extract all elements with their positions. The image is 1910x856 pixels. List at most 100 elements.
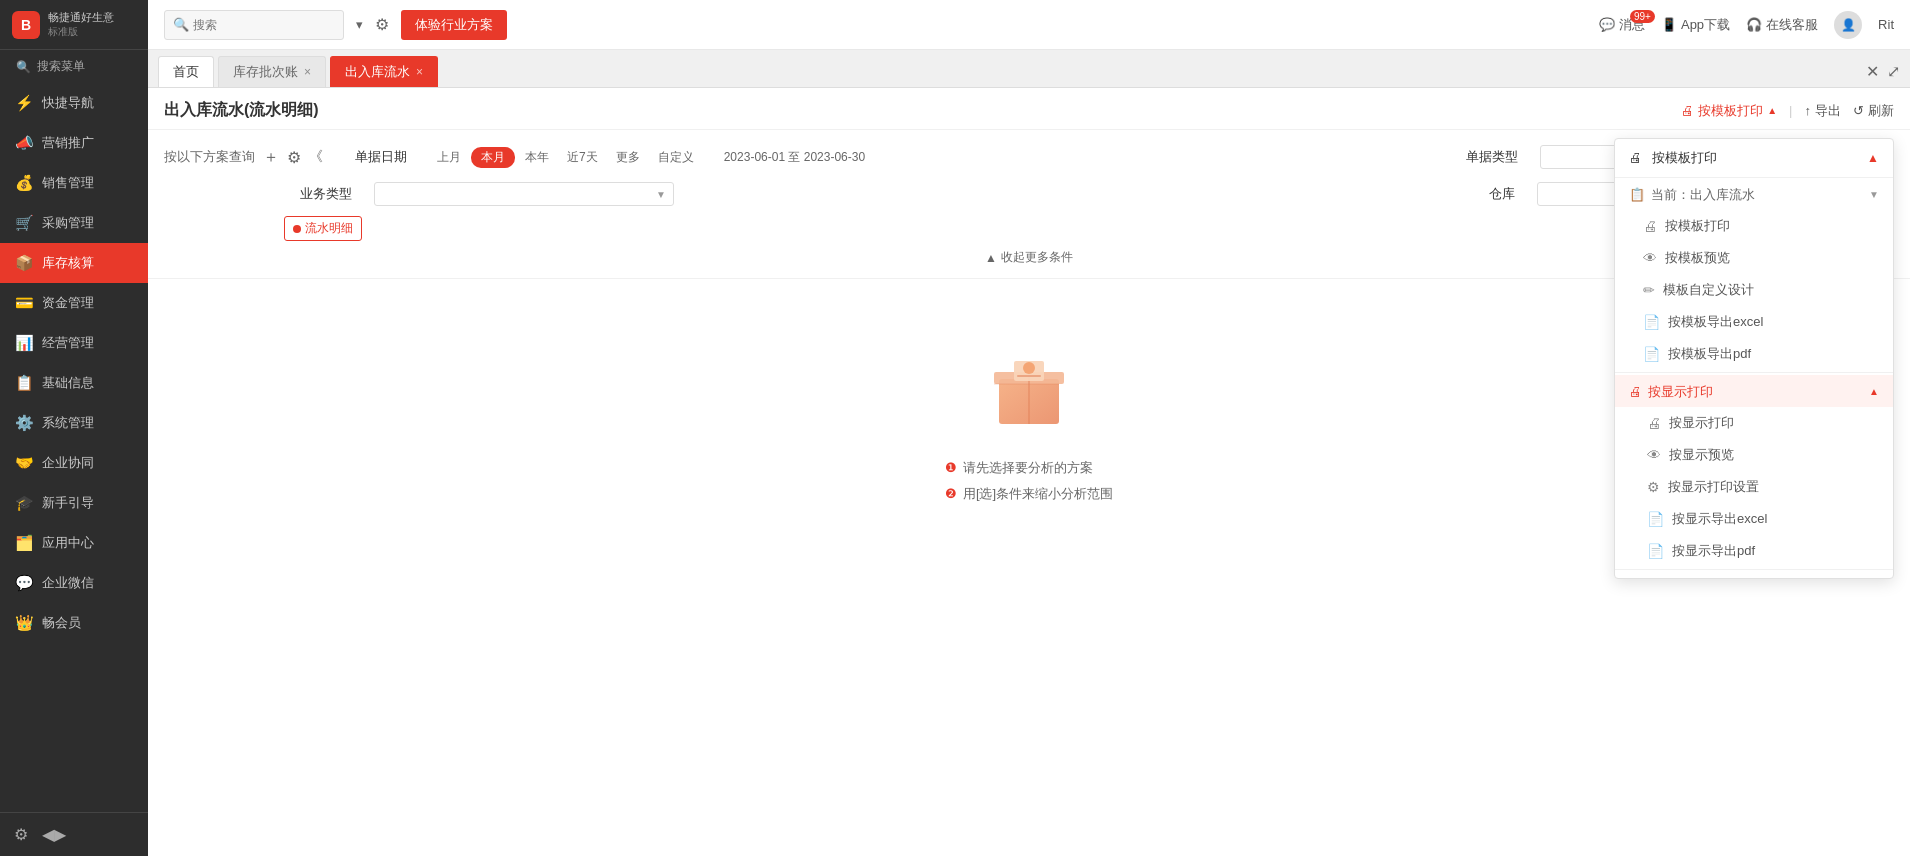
header-username[interactable]: Rit: [1878, 17, 1894, 32]
dropdown-item-display-export-pdf[interactable]: 📄 按显示导出pdf: [1615, 535, 1893, 567]
header-message[interactable]: 💬 消息 99+: [1599, 16, 1645, 34]
dropdown-item-display-export-excel[interactable]: 📄 按显示导出excel: [1615, 503, 1893, 535]
collapse-conditions-btn[interactable]: ▲ 收起更多条件: [985, 249, 1073, 266]
search-icon: 🔍: [16, 60, 31, 74]
sidebar-item-apps[interactable]: 🗂️ 应用中心: [0, 523, 148, 563]
empty-tip-2: ❷ 用[选]条件来缩小分析范围: [945, 481, 1113, 507]
header-app-download[interactable]: 📱 App下载: [1661, 16, 1730, 34]
collapse-sidebar-icon[interactable]: ◀▶: [42, 825, 66, 844]
sidebar-search[interactable]: 🔍 搜索菜单: [0, 50, 148, 83]
sidebar-item-basic[interactable]: 📋 基础信息: [0, 363, 148, 403]
template-custom-icon: ✏: [1643, 282, 1655, 298]
display-print-icon: 🖨: [1647, 415, 1661, 431]
sidebar-item-guide[interactable]: 🎓 新手引导: [0, 483, 148, 523]
active-filter-tag: 流水明细: [284, 216, 362, 241]
sidebar-footer: ⚙ ◀▶: [0, 812, 148, 856]
sidebar-item-inventory[interactable]: 📦 库存核算: [0, 243, 148, 283]
sidebar-item-system[interactable]: ⚙️ 系统管理: [0, 403, 148, 443]
guide-icon: 🎓: [14, 493, 34, 513]
dropdown-item-set-default[interactable]: ⚙ 设置默认功能 ▼: [1615, 572, 1893, 578]
settings-footer-icon[interactable]: ⚙: [14, 825, 28, 844]
print-header-icon: 🖨: [1629, 150, 1642, 165]
header-gear-icon[interactable]: ⚙: [375, 15, 389, 34]
dropdown-item-display-preview[interactable]: 👁 按显示预览: [1615, 439, 1893, 471]
header-search-input[interactable]: [193, 18, 335, 32]
template-icon: 📋: [1629, 187, 1645, 202]
filter-settings-btn[interactable]: ⚙: [287, 148, 301, 167]
sidebar-item-wechat[interactable]: 💬 企业微信: [0, 563, 148, 603]
sidebar: B 畅捷通好生意 标准版 🔍 搜索菜单 ⚡ 快捷导航 📣 营销推广 💰 销售管理…: [0, 0, 148, 856]
tab-inventory-flow[interactable]: 出入库流水 ×: [330, 56, 438, 87]
template-excel-icon: 📄: [1643, 314, 1660, 330]
header-industry-btn[interactable]: 体验行业方案: [401, 10, 507, 40]
sidebar-item-label: 企业微信: [42, 574, 94, 592]
filter-collapse-left-btn[interactable]: 《: [309, 148, 323, 166]
dropdown-item-template-export-excel[interactable]: 📄 按模板导出excel: [1615, 306, 1893, 338]
message-icon: 💬: [1599, 17, 1615, 32]
wechat-icon: 💬: [14, 573, 34, 593]
sidebar-item-quick-nav[interactable]: ⚡ 快捷导航: [0, 83, 148, 123]
sidebar-item-member[interactable]: 👑 畅会员: [0, 603, 148, 643]
collapse-btn-label: 收起更多条件: [1001, 249, 1073, 266]
item-label: 按显示导出excel: [1672, 510, 1767, 528]
filter-tag-label: 流水明细: [305, 220, 353, 237]
sidebar-search-label: 搜索菜单: [37, 58, 85, 75]
tip-num-1: ❶: [945, 455, 957, 481]
window-expand-btn[interactable]: ⤢: [1887, 62, 1900, 81]
svg-point-5: [1023, 362, 1035, 374]
sidebar-item-operation[interactable]: 📊 经营管理: [0, 323, 148, 363]
empty-illustration: [979, 339, 1079, 439]
template-print-icon: 🖨: [1643, 218, 1657, 234]
header-online-service[interactable]: 🎧 在线客服: [1746, 16, 1818, 34]
svg-rect-6: [1017, 375, 1041, 377]
export-icon: ↑: [1805, 103, 1812, 118]
tab-home[interactable]: 首页: [158, 56, 214, 87]
sidebar-item-coop[interactable]: 🤝 企业协同: [0, 443, 148, 483]
dropdown-item-template-export-pdf[interactable]: 📄 按模板导出pdf: [1615, 338, 1893, 370]
inventory-batch-close-icon[interactable]: ×: [304, 65, 311, 79]
sidebar-item-finance[interactable]: 💳 资金管理: [0, 283, 148, 323]
dropdown-item-display-print[interactable]: 🖨 按显示打印: [1615, 407, 1893, 439]
tab-inventory-batch[interactable]: 库存批次账 ×: [218, 56, 326, 87]
sidebar-item-purchase[interactable]: 🛒 采购管理: [0, 203, 148, 243]
biztype-select[interactable]: [374, 182, 674, 206]
refresh-btn-label: 刷新: [1868, 102, 1894, 120]
date-tab-custom[interactable]: 自定义: [650, 147, 702, 168]
dropdown-current-section[interactable]: 📋 当前：出入库流水 ▼: [1615, 178, 1893, 210]
dropdown-item-template-preview[interactable]: 👁 按模板预览: [1615, 242, 1893, 274]
date-tab-current-month[interactable]: 本月: [471, 147, 515, 168]
tip-text-2: 用[选]条件来缩小分析范围: [963, 481, 1113, 507]
template-preview-icon: 👁: [1643, 250, 1657, 266]
dropdown-item-template-print[interactable]: 🖨 按模板打印: [1615, 210, 1893, 242]
sidebar-item-label: 资金管理: [42, 294, 94, 312]
filter-add-btn[interactable]: ＋: [263, 147, 279, 168]
date-tab-prev-month[interactable]: 上月: [429, 147, 469, 168]
sidebar-item-label: 库存核算: [42, 254, 94, 272]
date-tab-more[interactable]: 更多: [608, 147, 648, 168]
filter-warehouse-label: 仓库: [1489, 185, 1515, 203]
date-tab-7days[interactable]: 近7天: [559, 147, 606, 168]
export-btn[interactable]: ↑ 导出: [1805, 102, 1842, 120]
dropdown-item-template-custom[interactable]: ✏ 模板自定义设计: [1615, 274, 1893, 306]
inventory-icon: 📦: [14, 253, 34, 273]
template-print-btn[interactable]: 🖨 按模板打印 ▲: [1681, 102, 1777, 120]
dropdown-item-display-settings[interactable]: ⚙ 按显示打印设置: [1615, 471, 1893, 503]
date-tab-current-year[interactable]: 本年: [517, 147, 557, 168]
sidebar-item-label: 畅会员: [42, 614, 81, 632]
tip-num-2: ❷: [945, 481, 957, 507]
header-search-dropdown-btn[interactable]: ▾: [356, 17, 363, 32]
dropdown-title: 🖨 按模板打印: [1629, 149, 1717, 167]
sidebar-item-marketing[interactable]: 📣 营销推广: [0, 123, 148, 163]
tip-text-1: 请先选择要分析的方案: [963, 455, 1093, 481]
logo-sub: 标准版: [48, 25, 114, 39]
avatar[interactable]: 👤: [1834, 11, 1862, 39]
sidebar-item-sales[interactable]: 💰 销售管理: [0, 163, 148, 203]
dropdown-display-section[interactable]: 🖨 按显示打印 ▲: [1615, 375, 1893, 407]
header-search-box[interactable]: 🔍: [164, 10, 344, 40]
item-label: 按显示预览: [1669, 446, 1734, 464]
service-label: 在线客服: [1766, 16, 1818, 34]
inventory-flow-close-icon[interactable]: ×: [416, 65, 423, 79]
refresh-btn[interactable]: ↺ 刷新: [1853, 102, 1894, 120]
page-header-actions: 🖨 按模板打印 ▲ | ↑ 导出 ↺ 刷新 🖨: [1681, 102, 1894, 120]
window-close-btn[interactable]: ✕: [1866, 62, 1879, 81]
